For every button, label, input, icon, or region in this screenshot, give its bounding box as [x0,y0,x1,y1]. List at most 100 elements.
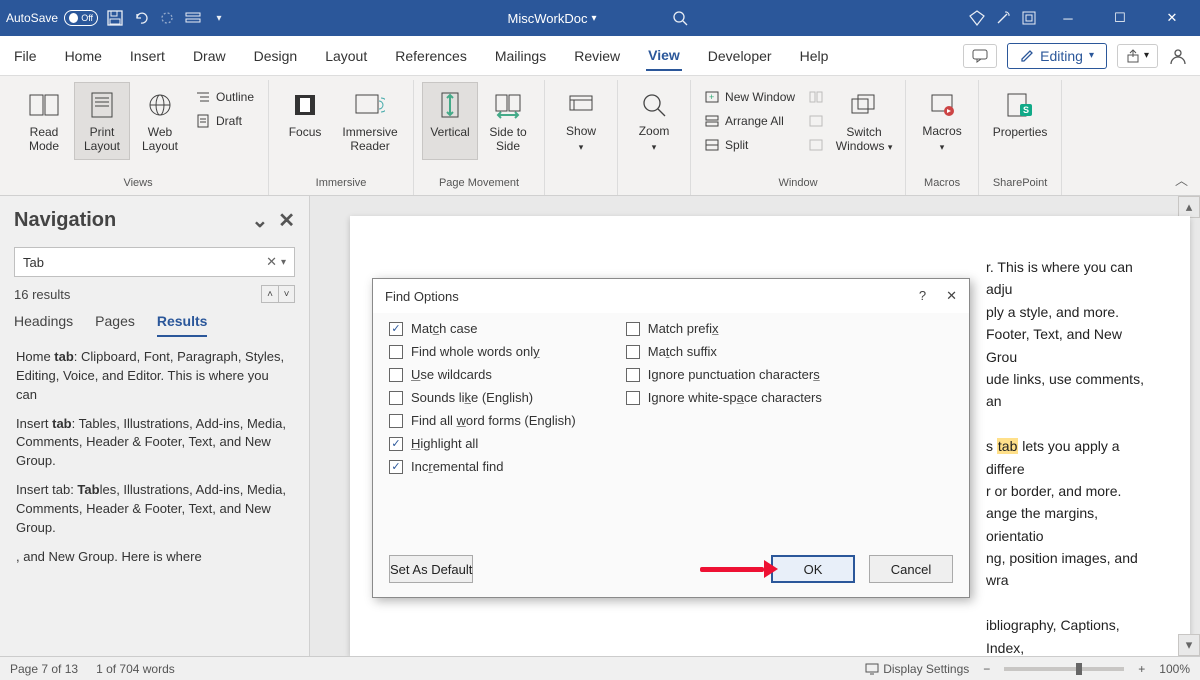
account-icon[interactable] [1168,46,1188,66]
result-item[interactable]: Home tab: Clipboard, Font, Paragraph, St… [16,348,293,405]
set-as-default-button[interactable]: Set As Default [389,555,473,583]
checkbox-box[interactable] [389,322,403,336]
dialog-help-icon[interactable]: ? [919,288,926,304]
checkbox-incremental-find[interactable]: Incremental find [389,459,576,474]
checkbox-box[interactable] [389,414,403,428]
checkbox-highlight-all[interactable]: Highlight all [389,436,576,451]
nav-tab-results[interactable]: Results [157,313,208,337]
tab-draw[interactable]: Draw [191,42,228,70]
cancel-button[interactable]: Cancel [869,555,953,583]
side-to-side-button[interactable]: Side to Side [480,82,536,160]
checkbox-label: Incremental find [411,459,504,474]
macros-button[interactable]: Macros▾ [914,82,970,160]
read-mode-button[interactable]: Read Mode [16,82,72,160]
arrange-all-button[interactable]: Arrange All [699,110,801,132]
display-settings-button[interactable]: Display Settings [865,662,969,676]
zoom-out-button[interactable]: − [983,662,990,676]
ok-button[interactable]: OK [771,555,855,583]
checkbox-match-suffix[interactable]: Match suffix [626,344,822,359]
search-dropdown-icon[interactable]: ▾ [281,257,286,268]
zoom-slider[interactable] [1004,667,1124,671]
checkbox-box[interactable] [626,368,640,382]
undo-icon[interactable] [132,9,150,27]
maximize-button[interactable]: ☐ [1098,0,1142,36]
checkbox-box[interactable] [389,368,403,382]
vertical-button[interactable]: Vertical [422,82,478,160]
result-nav-buttons[interactable]: ˄˅ [261,285,295,303]
nav-tab-headings[interactable]: Headings [14,313,73,337]
collapse-ribbon-icon[interactable]: ︿ [1175,170,1188,189]
tab-design[interactable]: Design [252,42,300,70]
scroll-down-button[interactable]: ▾ [1178,634,1200,656]
status-page[interactable]: Page 7 of 13 [10,662,78,676]
result-item[interactable]: Insert tab: Tables, Illustrations, Add-i… [16,415,293,472]
nav-close-icon[interactable]: ✕ [278,208,295,233]
qat-icon[interactable] [184,9,202,27]
comments-button[interactable] [963,44,997,68]
share-button[interactable]: ▾ [1117,44,1158,68]
draft-button[interactable]: Draft [190,110,260,132]
properties-button[interactable]: SProperties [987,82,1053,160]
tab-mailings[interactable]: Mailings [493,42,548,70]
dialog-close-icon[interactable]: ✕ [946,288,957,304]
checkbox-match-prefix[interactable]: Match prefix [626,321,822,336]
tab-review[interactable]: Review [572,42,622,70]
checkbox-match-case[interactable]: Match case [389,321,576,336]
checkbox-box[interactable] [626,322,640,336]
close-button[interactable]: ✕ [1150,0,1194,36]
redo-icon[interactable] [158,9,176,27]
tab-references[interactable]: References [393,42,469,70]
tab-home[interactable]: Home [63,42,104,70]
prev-result-icon[interactable]: ˄ [262,286,278,302]
autosave-toggle[interactable]: AutoSave Off [6,10,98,26]
checkbox-box[interactable] [626,391,640,405]
print-layout-button[interactable]: Print Layout [74,82,130,160]
document-title[interactable]: MiscWorkDoc ▾ [508,11,597,26]
checkbox-box[interactable] [389,460,403,474]
tab-file[interactable]: File [12,42,39,70]
tab-help[interactable]: Help [798,42,831,70]
wand-icon[interactable] [994,9,1012,27]
checkbox-ignore-punctuation-characters[interactable]: Ignore punctuation characters [626,367,822,382]
checkbox-use-wildcards[interactable]: Use wildcards [389,367,576,382]
nav-search-input[interactable]: Tab ✕▾ [14,247,295,277]
checkbox-ignore-white-space-characters[interactable]: Ignore white-space characters [626,390,822,405]
checkbox-sounds-like-english-[interactable]: Sounds like (English) [389,390,576,405]
split-button[interactable]: Split [699,134,801,156]
checkbox-box[interactable] [389,345,403,359]
app-icon[interactable] [1020,9,1038,27]
checkbox-box[interactable] [389,391,403,405]
show-button[interactable]: Show▾ [553,82,609,160]
focus-button[interactable]: Focus [277,82,333,160]
next-result-icon[interactable]: ˅ [278,286,294,302]
checkbox-find-whole-words-only[interactable]: Find whole words only [389,344,576,359]
search-icon[interactable] [671,9,689,27]
checkbox-box[interactable] [389,437,403,451]
status-words[interactable]: 1 of 704 words [96,662,175,676]
switch-windows-button[interactable]: Switch Windows ▾ [831,82,897,160]
editing-mode-button[interactable]: Editing ▾ [1007,43,1107,69]
checkbox-find-all-word-forms-english-[interactable]: Find all word forms (English) [389,413,576,428]
qat-dropdown-icon[interactable]: ▾ [210,9,228,27]
diamond-icon[interactable] [968,9,986,27]
zoom-button[interactable]: Zoom▾ [626,82,682,160]
tab-insert[interactable]: Insert [128,42,167,70]
tab-view[interactable]: View [646,41,682,71]
immersive-reader-button[interactable]: Immersive Reader [335,82,405,160]
nav-dropdown-icon[interactable]: ⌄ [251,208,268,233]
web-layout-button[interactable]: Web Layout [132,82,188,160]
outline-button[interactable]: Outline [190,86,260,108]
result-item[interactable]: Insert tab: Tables, Illustrations, Add-i… [16,481,293,538]
zoom-in-button[interactable]: + [1138,662,1145,676]
checkbox-box[interactable] [626,345,640,359]
tab-developer[interactable]: Developer [706,42,774,70]
scroll-up-button[interactable]: ▴ [1178,196,1200,218]
nav-tab-pages[interactable]: Pages [95,313,135,337]
result-item[interactable]: , and New Group. Here is where [16,548,293,567]
clear-search-icon[interactable]: ✕ [266,254,277,270]
save-icon[interactable] [106,9,124,27]
new-window-button[interactable]: +New Window [699,86,801,108]
tab-layout[interactable]: Layout [323,42,369,70]
minimize-button[interactable]: ─ [1046,0,1090,36]
zoom-level[interactable]: 100% [1159,662,1190,676]
